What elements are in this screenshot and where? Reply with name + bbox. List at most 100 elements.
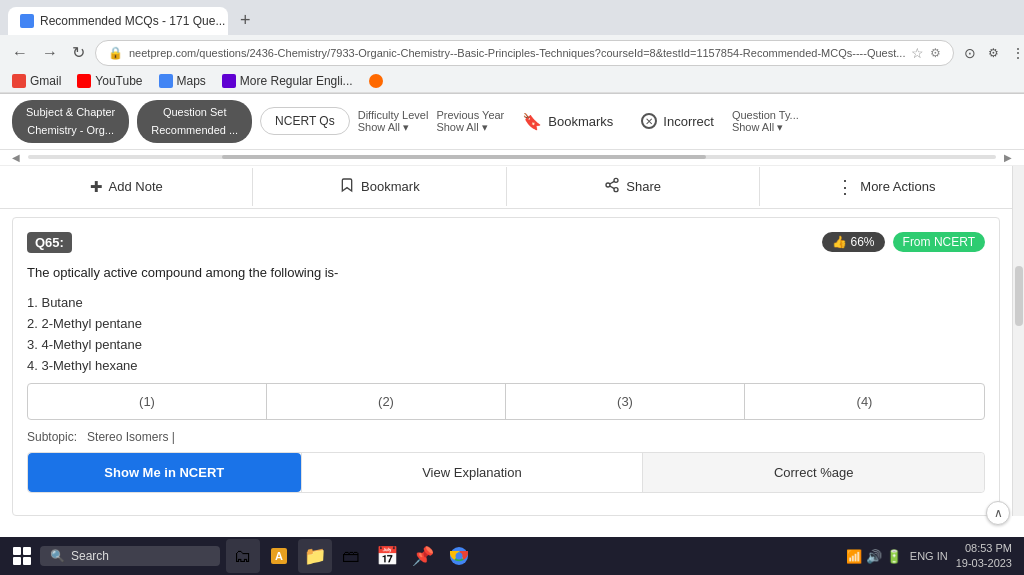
scroll-right-arrow[interactable]: ▶: [1000, 152, 1016, 163]
ncert-badge: From NCERT: [893, 232, 985, 252]
ncert-qs-filter[interactable]: NCERT Qs: [260, 107, 350, 135]
difficulty-filter[interactable]: Difficulty Level Show All ▾: [358, 109, 429, 134]
scroll-handle: [1015, 266, 1023, 326]
difficulty-value: Show All ▾: [358, 121, 429, 134]
subject-chapter-filter[interactable]: Subject & Chapter Chemistry - Org...: [12, 100, 129, 143]
subtopic-label: Subtopic:: [27, 430, 77, 444]
taskbar-items: 🗂 A 📁 🗃 📅 📌: [226, 539, 476, 573]
cta-bar: Show Me in NCERT View Explanation Correc…: [27, 452, 985, 493]
option-4: 4. 3-Methyl hexane: [27, 358, 985, 373]
taskbar-app1[interactable]: A: [262, 539, 296, 573]
scroll-to-top-button[interactable]: ∧: [986, 501, 1010, 525]
volume-icon[interactable]: 🔊: [866, 549, 882, 564]
profile-button[interactable]: ⊙: [960, 41, 980, 65]
maps-label: Maps: [177, 74, 206, 88]
question-number: Q65:: [27, 232, 72, 253]
forward-button[interactable]: →: [38, 40, 62, 66]
right-scrollbar[interactable]: [1012, 166, 1024, 516]
clock[interactable]: 08:53 PM 19-03-2023: [956, 541, 1012, 572]
question-set-filter[interactable]: Question Set Recommended ...: [137, 100, 252, 143]
answer-option-1-label: (1): [139, 394, 155, 409]
question-set-line1: Question Set: [163, 105, 227, 119]
bookmark-maps[interactable]: Maps: [155, 72, 210, 90]
taskbar-app4[interactable]: 📅: [370, 539, 404, 573]
bookmark-yahoo[interactable]: More Regular Engli...: [218, 72, 357, 90]
show-in-ncert-button[interactable]: Show Me in NCERT: [28, 453, 301, 492]
yahoo-label: More Regular Engli...: [240, 74, 353, 88]
share-button[interactable]: Share: [507, 167, 760, 206]
answer-option-3-label: (3): [617, 394, 633, 409]
back-button[interactable]: ←: [8, 40, 32, 66]
answer-option-3[interactable]: (3): [506, 384, 745, 419]
view-explanation-button[interactable]: View Explanation: [301, 453, 643, 492]
horizontal-scrollbar[interactable]: ◀ ▶: [0, 150, 1024, 166]
reload-button[interactable]: ↻: [68, 39, 89, 66]
system-icons: 📶 🔊 🔋: [846, 549, 902, 564]
question-type-filter[interactable]: Question Ty... Show All ▾: [732, 109, 799, 134]
gmail-label: Gmail: [30, 74, 61, 88]
page-content: ✚ Add Note Bookmark Share ⋮: [0, 166, 1024, 516]
bookmark-youtube[interactable]: YouTube: [73, 72, 146, 90]
taskbar-system-tray: 📶 🔊 🔋 ENG IN 08:53 PM 19-03-2023: [846, 541, 1018, 572]
option-3-number: 3.: [27, 337, 38, 352]
answer-option-1[interactable]: (1): [28, 384, 267, 419]
taskbar-app2[interactable]: 📁: [298, 539, 332, 573]
correct-percentage-button[interactable]: Correct %age: [642, 453, 984, 492]
nav-bar: ← → ↻ 🔒 neetprep.com/questions/2436-Chem…: [0, 35, 1024, 70]
address-bar[interactable]: 🔒 neetprep.com/questions/2436-Chemistry/…: [95, 40, 954, 66]
extensions-button[interactable]: ⚙: [984, 41, 1003, 65]
search-icon: 🔍: [50, 549, 65, 563]
taskbar-app3[interactable]: 🗃: [334, 539, 368, 573]
previous-year-filter[interactable]: Previous Year Show All ▾: [436, 109, 504, 134]
share-icon: [604, 177, 620, 196]
taskbar-file-explorer[interactable]: 🗂: [226, 539, 260, 573]
taskbar-search[interactable]: 🔍 Search: [40, 546, 220, 566]
windows-taskbar: 🔍 Search 🗂 A 📁 🗃 📅 📌: [0, 537, 1024, 575]
youtube-label: YouTube: [95, 74, 142, 88]
wifi-icon[interactable]: 📶: [846, 549, 862, 564]
option-3: 3. 4-Methyl pentane: [27, 337, 985, 352]
scroll-left-arrow[interactable]: ◀: [8, 152, 24, 163]
windows-start-button[interactable]: [6, 540, 38, 572]
option-2-text: 2-Methyl pentane: [41, 316, 141, 331]
incorrect-filter[interactable]: ✕ Incorrect: [631, 109, 724, 133]
taskbar-app5[interactable]: 📌: [406, 539, 440, 573]
bookmark-extra[interactable]: [365, 72, 387, 90]
question-card: Q65: 👍 66% From NCERT The optically acti…: [12, 217, 1000, 516]
url-text: neetprep.com/questions/2436-Chemistry/79…: [129, 47, 905, 59]
bookmark-filter-icon: 🔖: [522, 112, 542, 131]
app5-icon: 📌: [412, 545, 434, 567]
menu-button[interactable]: ⋮: [1007, 41, 1024, 65]
date-display: 19-03-2023: [956, 556, 1012, 571]
question-text: The optically active compound among the …: [27, 263, 985, 284]
prev-year-value: Show All ▾: [436, 121, 504, 134]
main-wrapper: Recommended MCQs - 171 Que... × + ← → ↻ …: [0, 0, 1024, 575]
bookmark-icon: [339, 177, 355, 196]
share-label: Share: [626, 179, 661, 194]
language-text: ENG IN: [910, 550, 948, 562]
taskbar-chrome[interactable]: [442, 539, 476, 573]
answer-option-2[interactable]: (2): [267, 384, 506, 419]
option-1-number: 1.: [27, 295, 38, 310]
new-tab-button[interactable]: +: [232, 6, 259, 35]
add-note-button[interactable]: ✚ Add Note: [0, 168, 253, 206]
language-indicator[interactable]: ENG IN: [910, 549, 948, 563]
active-tab[interactable]: Recommended MCQs - 171 Que... ×: [8, 7, 228, 35]
bookmarks-filter[interactable]: 🔖 Bookmarks: [512, 108, 623, 135]
bookmark-star[interactable]: ☆: [911, 45, 924, 61]
tab-label: Recommended MCQs - 171 Que...: [40, 14, 225, 28]
search-placeholder: Search: [71, 549, 109, 563]
prev-year-label: Previous Year: [436, 109, 504, 121]
percent-value: 66%: [851, 235, 875, 249]
filter-bar: Subject & Chapter Chemistry - Org... Que…: [0, 94, 1024, 150]
qtype-value: Show All ▾: [732, 121, 799, 134]
battery-icon[interactable]: 🔋: [886, 549, 902, 564]
bookmark-gmail[interactable]: Gmail: [8, 72, 65, 90]
extra-icon: [369, 74, 383, 88]
app3-icon: 🗃: [342, 546, 360, 567]
bookmark-button[interactable]: Bookmark: [253, 167, 506, 206]
gmail-icon: [12, 74, 26, 88]
answer-option-4[interactable]: (4): [745, 384, 984, 419]
nav-actions: ⊙ ⚙ ⋮: [960, 41, 1024, 65]
more-actions-button[interactable]: ⋮ More Actions: [760, 166, 1012, 208]
